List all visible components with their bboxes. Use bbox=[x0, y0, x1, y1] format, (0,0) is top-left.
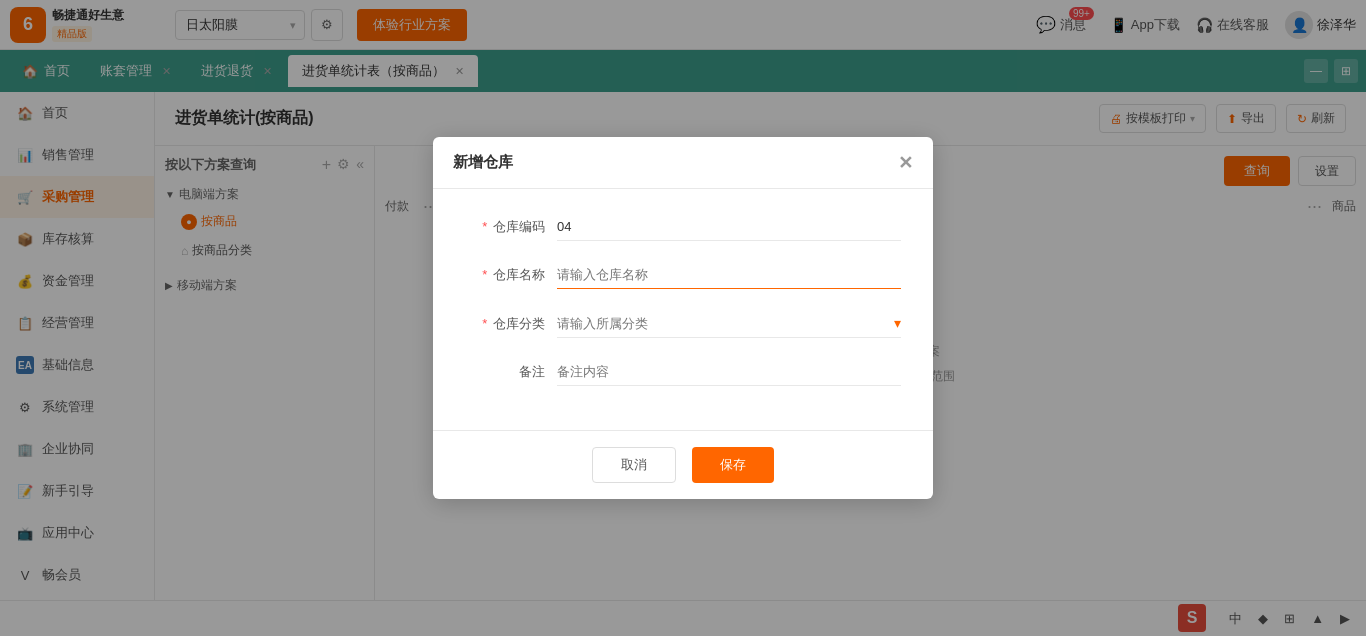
modal-footer: 取消 保存 bbox=[433, 430, 933, 499]
modal-title: 新增仓库 bbox=[453, 153, 513, 172]
required-star-3: * bbox=[482, 316, 487, 331]
modal-overlay[interactable]: 新增仓库 ✕ * 仓库编码 * 仓库名称 bbox=[0, 0, 1366, 636]
modal-header: 新增仓库 ✕ bbox=[433, 137, 933, 189]
cancel-button[interactable]: 取消 bbox=[592, 447, 676, 483]
required-star-2: * bbox=[482, 267, 487, 282]
warehouse-remark-input[interactable] bbox=[557, 358, 901, 386]
warehouse-code-row: * 仓库编码 bbox=[465, 213, 901, 241]
warehouse-code-input[interactable] bbox=[557, 213, 901, 241]
warehouse-category-label: * 仓库分类 bbox=[465, 315, 545, 333]
warehouse-name-input[interactable] bbox=[557, 261, 901, 289]
warehouse-remark-row: 备注 bbox=[465, 358, 901, 386]
warehouse-category-row: * 仓库分类 ▾ bbox=[465, 309, 901, 338]
save-button[interactable]: 保存 bbox=[692, 447, 774, 483]
warehouse-name-label: * 仓库名称 bbox=[465, 266, 545, 284]
warehouse-name-row: * 仓库名称 bbox=[465, 261, 901, 289]
modal-body: * 仓库编码 * 仓库名称 * 仓库分类 bbox=[433, 189, 933, 430]
modal-close-icon[interactable]: ✕ bbox=[898, 154, 913, 172]
warehouse-category-select[interactable]: ▾ bbox=[557, 309, 901, 338]
warehouse-code-label: * 仓库编码 bbox=[465, 218, 545, 236]
category-dropdown-icon[interactable]: ▾ bbox=[894, 315, 901, 331]
warehouse-category-input[interactable] bbox=[557, 316, 894, 331]
required-star-1: * bbox=[482, 219, 487, 234]
modal-new-warehouse: 新增仓库 ✕ * 仓库编码 * 仓库名称 bbox=[433, 137, 933, 499]
warehouse-remark-label: 备注 bbox=[465, 363, 545, 381]
